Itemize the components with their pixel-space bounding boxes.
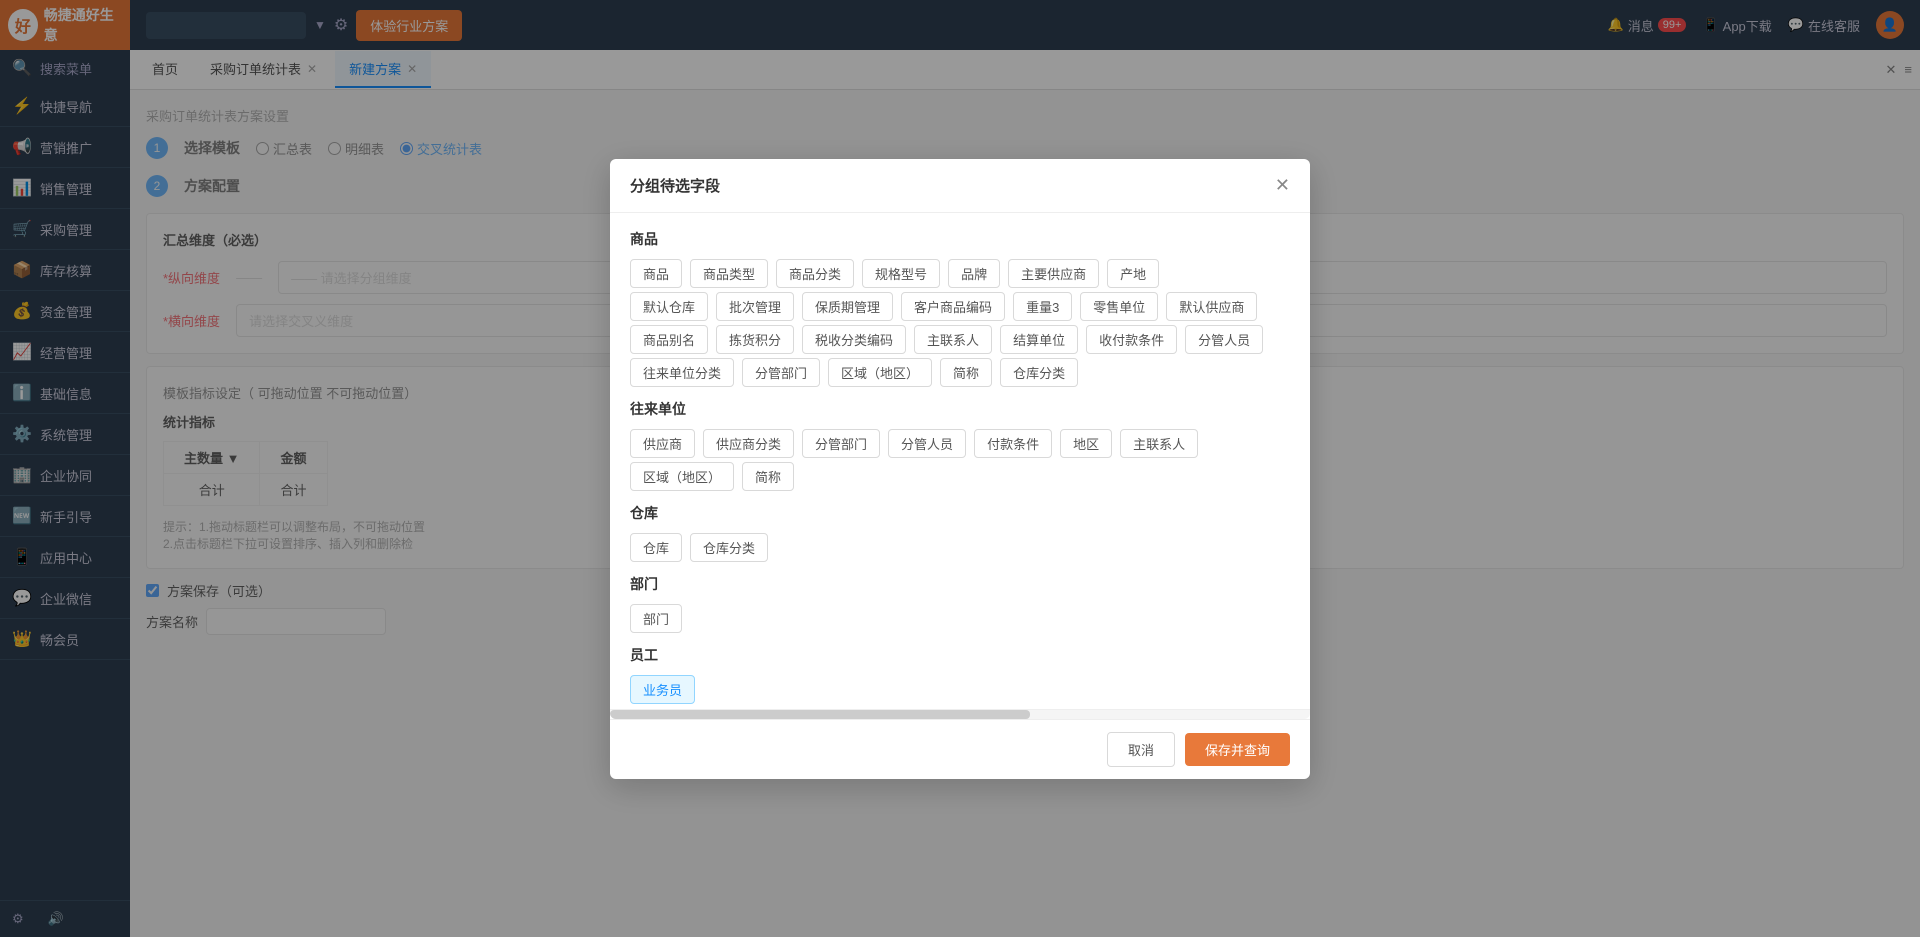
field-tag-warehouse-category[interactable]: 仓库分类 bbox=[690, 533, 768, 562]
field-tag-short-name[interactable]: 简称 bbox=[940, 358, 992, 387]
field-tag-product-type[interactable]: 商品类型 bbox=[690, 259, 768, 288]
field-tag-customer-code[interactable]: 客户商品编码 bbox=[901, 292, 1005, 321]
field-tag-manager[interactable]: 分管人员 bbox=[1185, 325, 1263, 354]
field-grid-staff: 业务员 bbox=[630, 675, 1290, 704]
section-title-staff: 员工 bbox=[630, 645, 1290, 665]
field-tag-warehouse[interactable]: 仓库 bbox=[630, 533, 682, 562]
section-title-warehouse: 仓库 bbox=[630, 503, 1290, 523]
field-tag-supplier-category[interactable]: 供应商分类 bbox=[703, 429, 794, 458]
field-tag-product[interactable]: 商品 bbox=[630, 259, 682, 288]
field-tag-payment-cond[interactable]: 付款条件 bbox=[974, 429, 1052, 458]
modal-footer: 取消 保存并查询 bbox=[610, 719, 1310, 779]
field-tag-weight[interactable]: 重量3 bbox=[1013, 292, 1072, 321]
field-tag-default-warehouse[interactable]: 默认仓库 bbox=[630, 292, 708, 321]
field-grid-products-row3: 商品别名 拣货积分 税收分类编码 主联系人 结算单位 收付款条件 分管人员 bbox=[630, 325, 1290, 354]
field-tag-region-contact[interactable]: 区域（地区） bbox=[630, 462, 734, 491]
field-tag-department[interactable]: 部门 bbox=[630, 604, 682, 633]
field-grid-products: 商品 商品类型 商品分类 规格型号 品牌 主要供应商 产地 bbox=[630, 259, 1290, 288]
field-tag-brand[interactable]: 品牌 bbox=[948, 259, 1000, 288]
field-grid-contacts-row2: 区域（地区） 简称 bbox=[630, 462, 1290, 491]
field-tag-supplier[interactable]: 供应商 bbox=[630, 429, 695, 458]
field-tag-warehouse-cat[interactable]: 仓库分类 bbox=[1000, 358, 1078, 387]
confirm-button[interactable]: 保存并查询 bbox=[1185, 733, 1290, 766]
field-tag-short-name-contact[interactable]: 简称 bbox=[742, 462, 794, 491]
field-tag-tax-code[interactable]: 税收分类编码 bbox=[802, 325, 906, 354]
field-grid-products-row4: 往来单位分类 分管部门 区域（地区） 简称 仓库分类 bbox=[630, 358, 1290, 387]
field-tag-salesperson[interactable]: 业务员 bbox=[630, 675, 695, 704]
field-grid-products-row2: 默认仓库 批次管理 保质期管理 客户商品编码 重量3 零售单位 默认供应商 bbox=[630, 292, 1290, 321]
section-title-department: 部门 bbox=[630, 574, 1290, 594]
field-tag-main-supplier[interactable]: 主要供应商 bbox=[1008, 259, 1099, 288]
modal: 分组待选字段 ✕ 商品 商品 商品类型 商品分类 规格型号 品牌 主要供应商 产… bbox=[610, 159, 1310, 779]
field-tag-shelf-life[interactable]: 保质期管理 bbox=[802, 292, 893, 321]
field-tag-dept[interactable]: 分管部门 bbox=[742, 358, 820, 387]
field-tag-payment-terms[interactable]: 收付款条件 bbox=[1086, 325, 1177, 354]
field-tag-spec-model[interactable]: 规格型号 bbox=[862, 259, 940, 288]
section-title-products: 商品 bbox=[630, 229, 1290, 249]
field-tag-retail-unit[interactable]: 零售单位 bbox=[1080, 292, 1158, 321]
modal-horizontal-scrollbar[interactable] bbox=[610, 709, 1310, 719]
field-tag-origin[interactable]: 产地 bbox=[1107, 259, 1159, 288]
modal-body[interactable]: 商品 商品 商品类型 商品分类 规格型号 品牌 主要供应商 产地 默认仓库 批次… bbox=[610, 213, 1310, 709]
field-tag-batch-mgmt[interactable]: 批次管理 bbox=[716, 292, 794, 321]
field-tag-settle-unit[interactable]: 结算单位 bbox=[1000, 325, 1078, 354]
field-tag-main-contact2[interactable]: 主联系人 bbox=[1120, 429, 1198, 458]
field-grid-warehouse: 仓库 仓库分类 bbox=[630, 533, 1290, 562]
modal-title: 分组待选字段 bbox=[630, 175, 720, 196]
field-tag-dept-contact[interactable]: 分管部门 bbox=[802, 429, 880, 458]
field-tag-product-category[interactable]: 商品分类 bbox=[776, 259, 854, 288]
modal-header: 分组待选字段 ✕ bbox=[610, 159, 1310, 213]
field-tag-contact-category[interactable]: 往来单位分类 bbox=[630, 358, 734, 387]
field-tag-pick-points[interactable]: 拣货积分 bbox=[716, 325, 794, 354]
field-tag-alias[interactable]: 商品别名 bbox=[630, 325, 708, 354]
modal-overlay: 分组待选字段 ✕ 商品 商品 商品类型 商品分类 规格型号 品牌 主要供应商 产… bbox=[0, 0, 1920, 937]
section-title-contacts: 往来单位 bbox=[630, 399, 1290, 419]
cancel-button[interactable]: 取消 bbox=[1107, 732, 1175, 767]
field-grid-department: 部门 bbox=[630, 604, 1290, 633]
field-tag-area[interactable]: 地区 bbox=[1060, 429, 1112, 458]
modal-hscroll-thumb bbox=[610, 710, 1030, 719]
modal-close-button[interactable]: ✕ bbox=[1275, 175, 1290, 196]
field-tag-default-supplier[interactable]: 默认供应商 bbox=[1166, 292, 1257, 321]
field-tag-region-product[interactable]: 区域（地区） bbox=[828, 358, 932, 387]
field-grid-contacts-row1: 供应商 供应商分类 分管部门 分管人员 付款条件 地区 主联系人 bbox=[630, 429, 1290, 458]
field-tag-main-contact[interactable]: 主联系人 bbox=[914, 325, 992, 354]
field-tag-manager-contact[interactable]: 分管人员 bbox=[888, 429, 966, 458]
